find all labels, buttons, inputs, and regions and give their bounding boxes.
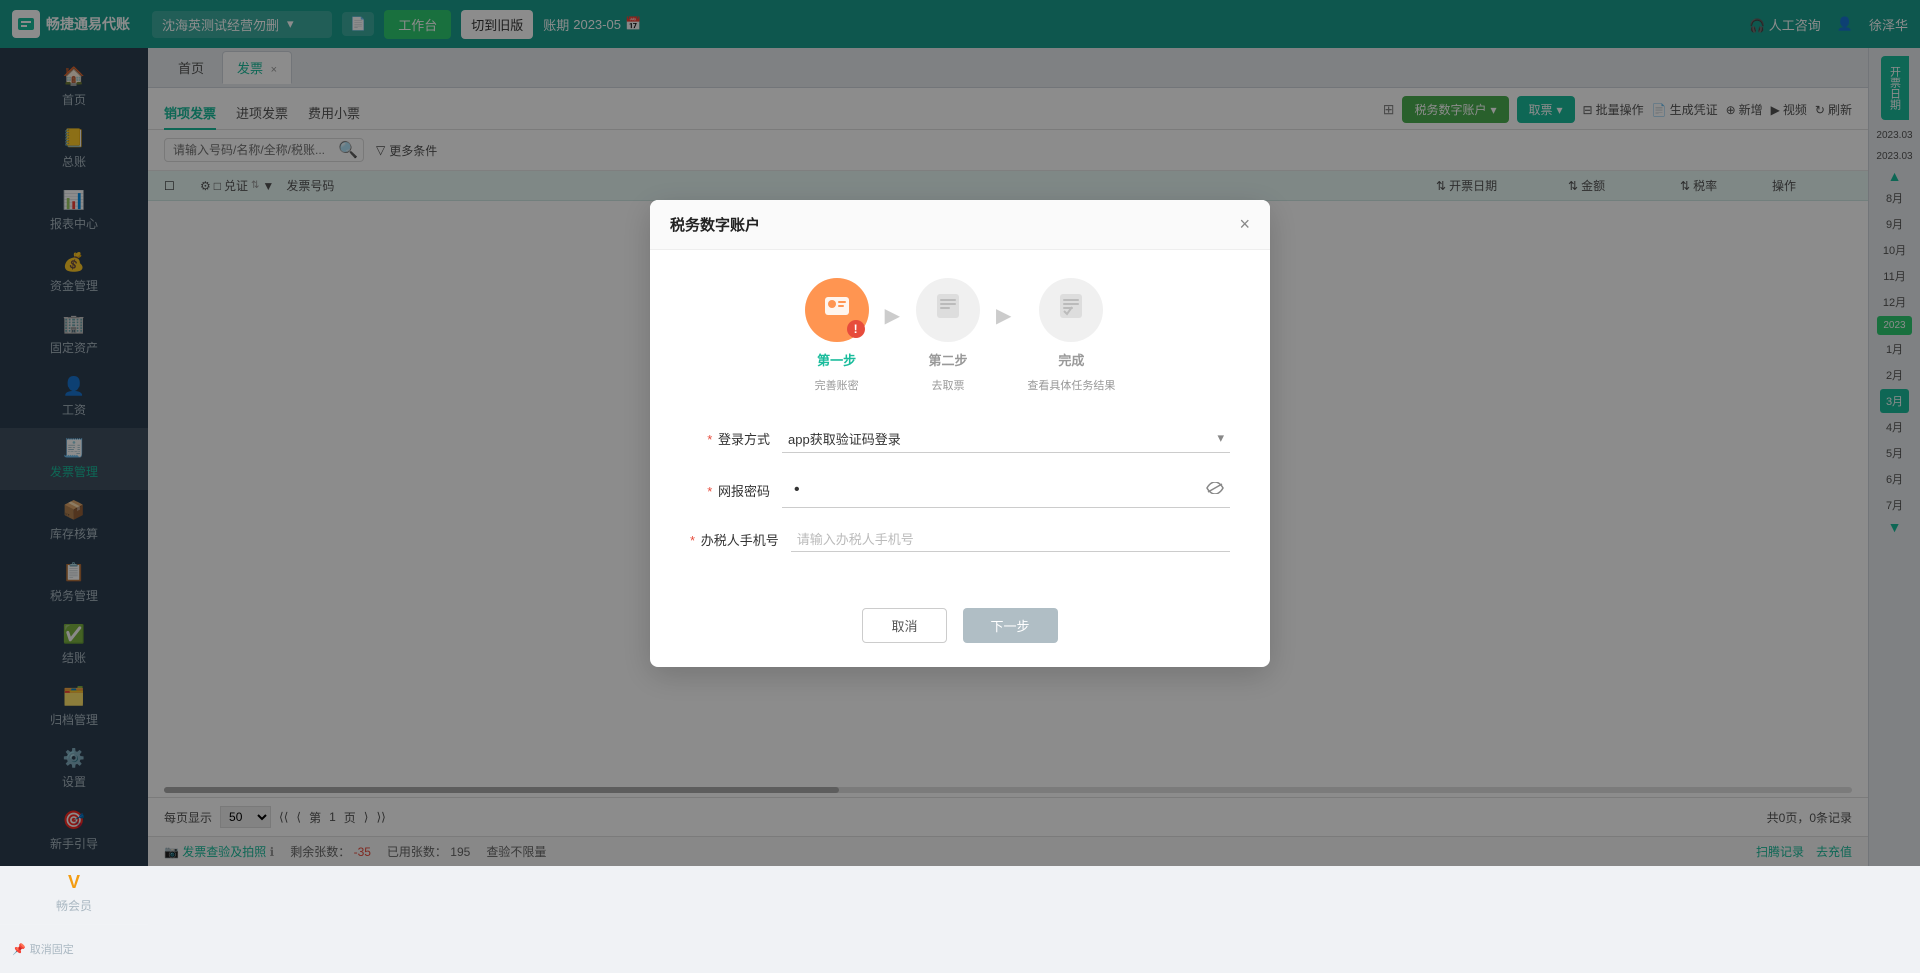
step-1-error-badge: ! xyxy=(847,320,865,338)
login-method-select[interactable]: app获取验证码登录 ▾ xyxy=(782,425,1230,453)
password-visibility-toggle[interactable] xyxy=(1206,481,1224,499)
cancel-fixed-button[interactable]: 📌 取消固定 xyxy=(0,933,148,965)
net-password-row: * 网报密码 xyxy=(690,473,1230,508)
step-3-icon xyxy=(1056,291,1086,328)
sidebar-label-vip: 畅会员 xyxy=(56,897,92,914)
step-2-icon xyxy=(933,291,963,328)
step-1-icon xyxy=(822,291,852,328)
login-method-dropdown-icon: ▾ xyxy=(1217,430,1224,446)
step-3-circle xyxy=(1039,278,1103,342)
step-1-label: 第一步 xyxy=(817,350,856,369)
taxpayer-phone-row: * 办税人手机号 xyxy=(690,528,1230,552)
step-1-sublabel: 完善账密 xyxy=(815,377,859,393)
step-2-label: 第二步 xyxy=(928,350,967,369)
step-3: 完成 查看具体任务结果 xyxy=(1027,278,1115,393)
modal-body: ! 第一步 完善账密 ▶ xyxy=(650,250,1270,592)
pin-icon: 📌 xyxy=(12,943,26,956)
step-3-sublabel: 查看具体任务结果 xyxy=(1027,377,1115,393)
net-password-input[interactable] xyxy=(788,477,1206,503)
taxpayer-phone-input[interactable] xyxy=(791,528,1230,552)
step-1-circle: ! xyxy=(805,278,869,342)
step-1: ! 第一步 完善账密 xyxy=(805,278,869,393)
step-2-sublabel: 去取票 xyxy=(932,377,965,393)
modal-dialog: 税务数字账户 × xyxy=(650,200,1270,667)
step-2-circle xyxy=(916,278,980,342)
vip-icon: V xyxy=(68,872,80,893)
taxpayer-phone-label: * 办税人手机号 xyxy=(690,530,779,549)
login-method-label: * 登录方式 xyxy=(690,429,770,448)
modal-footer: 取消 下一步 xyxy=(650,592,1270,667)
login-method-value: app获取验证码登录 xyxy=(788,429,901,448)
modal-overlay: 税务数字账户 × xyxy=(0,0,1920,866)
login-method-row: * 登录方式 app获取验证码登录 ▾ xyxy=(690,425,1230,453)
step-arrow-2: ▶ xyxy=(996,303,1011,328)
next-step-button[interactable]: 下一步 xyxy=(963,608,1058,643)
steps-row: ! 第一步 完善账密 ▶ xyxy=(690,278,1230,393)
sidebar-item-vip[interactable]: V 畅会员 xyxy=(0,862,148,924)
cancel-button[interactable]: 取消 xyxy=(862,608,946,643)
modal-title: 税务数字账户 xyxy=(670,214,760,235)
modal-close-button[interactable]: × xyxy=(1239,215,1250,233)
net-password-label: * 网报密码 xyxy=(690,481,770,500)
step-arrow-1: ▶ xyxy=(885,303,900,328)
cancel-fixed-label: 取消固定 xyxy=(30,941,74,957)
step-3-label: 完成 xyxy=(1058,350,1084,369)
step-2: 第二步 去取票 xyxy=(916,278,980,393)
modal-header: 税务数字账户 × xyxy=(650,200,1270,250)
sidebar-bottom: 📌 取消固定 xyxy=(0,924,148,973)
